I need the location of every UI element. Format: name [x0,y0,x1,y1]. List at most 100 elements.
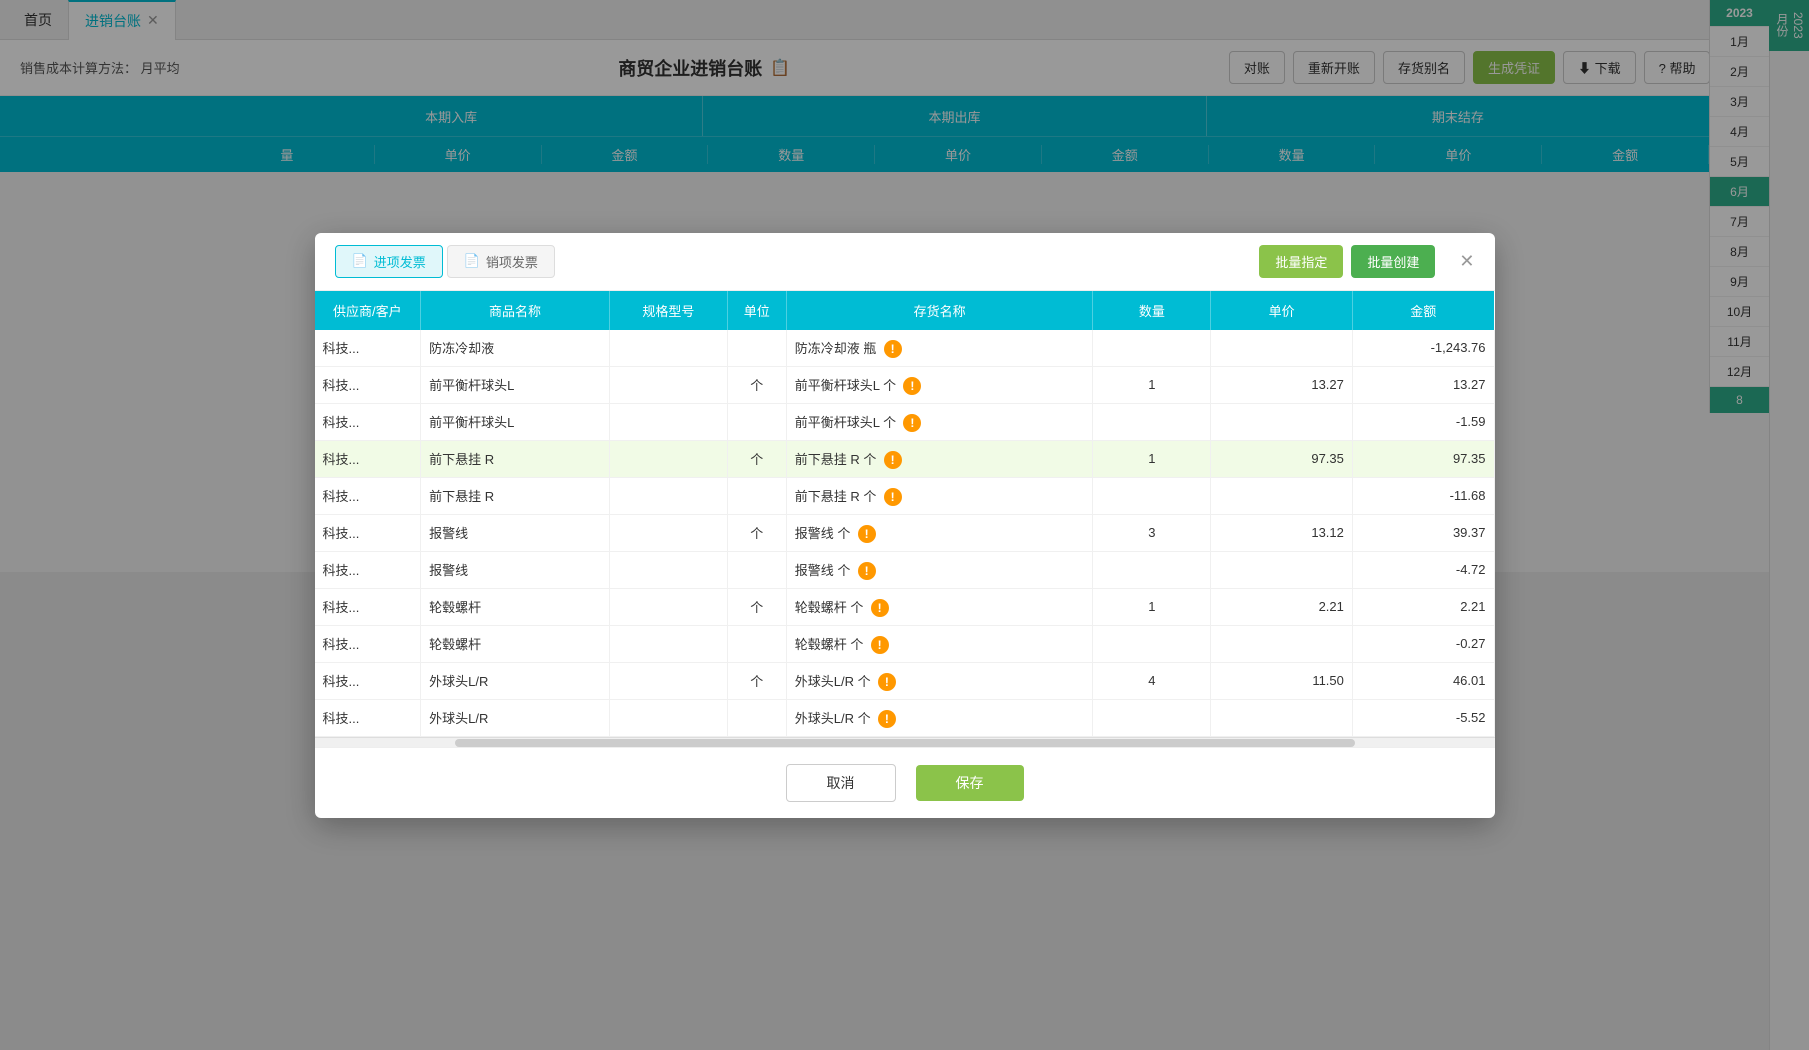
tab-outgoing-label: 销项发票 [486,252,538,271]
cell-amount: 2.21 [1352,588,1494,625]
col-price: 单价 [1211,291,1353,330]
tab-incoming-invoice[interactable]: 📄 进项发票 [335,245,443,278]
cell-inventory: 轮毂螺杆 个 ! [786,625,1093,662]
warning-icon: ! [903,377,921,395]
cell-supplier: 科技... [315,440,421,477]
cell-qty [1093,699,1211,736]
cell-spec [609,588,727,625]
dialog-header-actions: 批量指定 批量创建 [1259,245,1435,278]
warning-icon: ! [884,340,902,358]
batch-assign-button[interactable]: 批量指定 [1259,245,1343,278]
col-amount: 金额 [1352,291,1494,330]
cell-qty [1093,330,1211,367]
batch-create-button[interactable]: 批量创建 [1351,245,1435,278]
warning-icon: ! [871,636,889,654]
scrollbar-thumb[interactable] [455,739,1355,747]
cell-inventory: 前下悬挂 R 个 ! [786,477,1093,514]
warning-icon: ! [858,525,876,543]
dialog-close-button[interactable]: ✕ [1459,251,1474,272]
cell-supplier: 科技... [315,330,421,367]
cell-spec [609,662,727,699]
warning-icon: ! [884,451,902,469]
cell-product: 防冻冷却液 [421,330,610,367]
cell-unit: 个 [727,366,786,403]
cell-price [1211,551,1353,588]
cell-product: 外球头L/R [421,662,610,699]
cell-supplier: 科技... [315,662,421,699]
warning-icon: ! [878,710,896,728]
cell-amount: -1,243.76 [1352,330,1494,367]
horizontal-scrollbar[interactable] [315,737,1495,747]
cell-inventory: 前平衡杆球头L 个 ! [786,403,1093,440]
cell-qty [1093,477,1211,514]
cell-amount: -11.68 [1352,477,1494,514]
cell-unit [727,477,786,514]
col-unit: 单位 [727,291,786,330]
cell-unit [727,403,786,440]
save-button[interactable]: 保存 [916,765,1024,801]
cell-amount: -4.72 [1352,551,1494,588]
cell-amount: -0.27 [1352,625,1494,662]
cell-unit [727,330,786,367]
col-qty: 数量 [1093,291,1211,330]
cell-price: 13.12 [1211,514,1353,551]
cell-unit: 个 [727,514,786,551]
table-row: 科技... 前平衡杆球头L 个 前平衡杆球头L 个 ! 1 13.27 13.2… [315,366,1495,403]
table-row: 科技... 轮毂螺杆 个 轮毂螺杆 个 ! 1 2.21 2.21 [315,588,1495,625]
cell-price [1211,477,1353,514]
cell-inventory: 轮毂螺杆 个 ! [786,588,1093,625]
dialog-table: 供应商/客户 商品名称 规格型号 单位 存货名称 数量 单价 金额 科技... [315,291,1495,737]
cell-spec [609,366,727,403]
cell-supplier: 科技... [315,403,421,440]
col-product: 商品名称 [421,291,610,330]
cell-inventory: 外球头L/R 个 ! [786,699,1093,736]
cell-amount: 97.35 [1352,440,1494,477]
cell-inventory: 防冻冷却液 瓶 ! [786,330,1093,367]
table-body: 科技... 防冻冷却液 防冻冷却液 瓶 ! -1,243.76 [315,330,1495,737]
cell-price [1211,625,1353,662]
cell-amount: -5.52 [1352,699,1494,736]
warning-icon: ! [871,599,889,617]
cell-spec [609,625,727,662]
cell-supplier: 科技... [315,699,421,736]
cell-amount: 13.27 [1352,366,1494,403]
invoice-in-icon: 📄 [352,253,368,269]
cell-product: 外球头L/R [421,699,610,736]
cell-qty: 1 [1093,366,1211,403]
cell-spec [609,551,727,588]
warning-icon: ! [884,488,902,506]
cell-inventory: 前下悬挂 R 个 ! [786,440,1093,477]
warning-icon: ! [903,414,921,432]
cell-price [1211,330,1353,367]
cell-price [1211,403,1353,440]
warning-icon: ! [858,562,876,580]
cell-unit [727,551,786,588]
cell-unit: 个 [727,588,786,625]
tab-outgoing-invoice[interactable]: 📄 销项发票 [447,245,555,278]
cell-product: 轮毂螺杆 [421,588,610,625]
cell-unit [727,625,786,662]
cell-price: 97.35 [1211,440,1353,477]
cell-unit: 个 [727,662,786,699]
cell-unit [727,699,786,736]
cell-supplier: 科技... [315,514,421,551]
dialog-table-wrap: 供应商/客户 商品名称 规格型号 单位 存货名称 数量 单价 金额 科技... [315,291,1495,737]
cell-supplier: 科技... [315,625,421,662]
table-row: 科技... 报警线 个 报警线 个 ! 3 13.12 39.37 [315,514,1495,551]
cell-inventory: 外球头L/R 个 ! [786,662,1093,699]
cancel-button[interactable]: 取消 [786,764,896,802]
cell-spec [609,477,727,514]
cell-spec [609,699,727,736]
cell-qty [1093,551,1211,588]
col-spec: 规格型号 [609,291,727,330]
cell-qty: 4 [1093,662,1211,699]
cell-product: 前平衡杆球头L [421,403,610,440]
table-row: 科技... 前平衡杆球头L 前平衡杆球头L 个 ! -1.59 [315,403,1495,440]
cell-qty: 1 [1093,440,1211,477]
dialog-footer: 取消 保存 [315,747,1495,818]
cell-amount: -1.59 [1352,403,1494,440]
cell-product: 报警线 [421,514,610,551]
tab-incoming-label: 进项发票 [374,252,426,271]
table-row: 科技... 外球头L/R 外球头L/R 个 ! -5.52 [315,699,1495,736]
dialog-overlay: 📄 进项发票 📄 销项发票 批量指定 批量创建 ✕ [0,0,1809,1050]
